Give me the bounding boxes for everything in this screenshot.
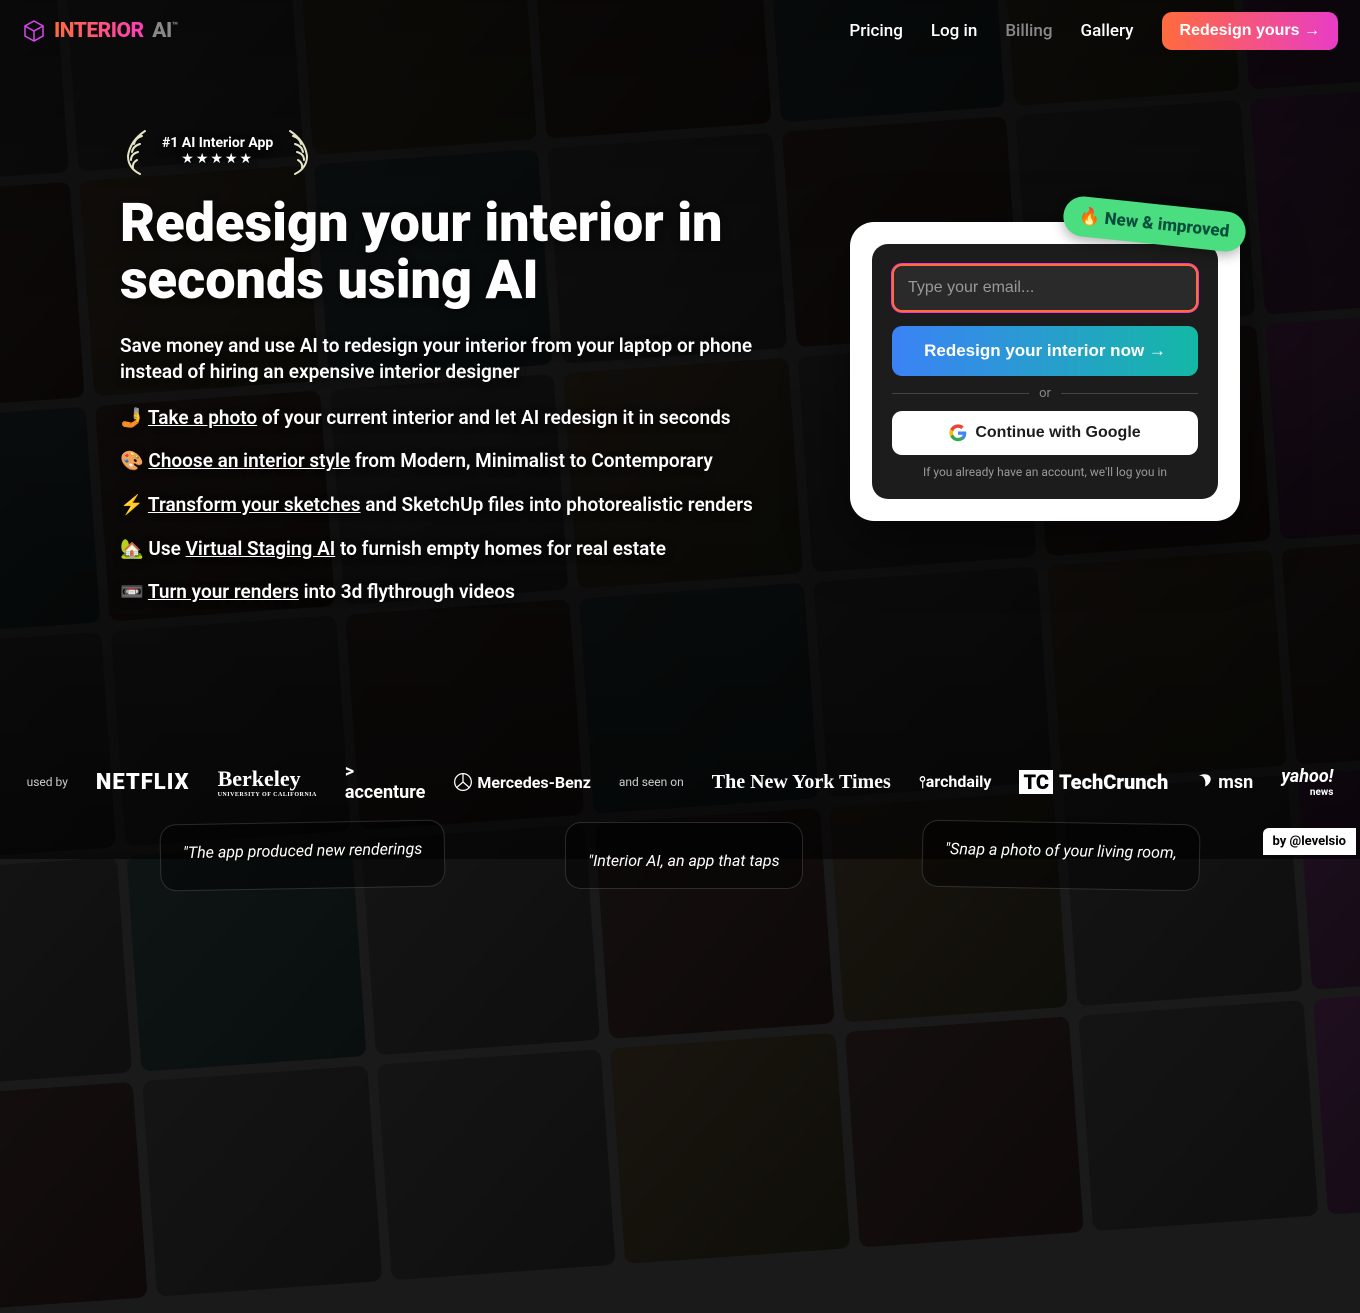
quote-2: "Interior AI, an app that taps [565,822,803,889]
feature-link[interactable]: Turn your renders [148,580,299,603]
used-by-label: used by [27,775,68,789]
award-stars: ★★★★★ [162,151,273,167]
redesign-yours-button[interactable]: Redesign yours → [1162,12,1338,50]
main: #1 AI Interior App ★★★★★ Redesign your i… [0,62,1360,623]
google-icon [949,424,967,442]
mercedes-icon [453,772,473,792]
redesign-now-button[interactable]: Redesign your interior now → [892,326,1198,376]
laurel-left-icon [120,126,150,176]
feature-link[interactable]: Take a photo [148,406,257,429]
feature-item: 🏡 Use Virtual Staging AI to furnish empt… [120,536,810,562]
signup-card-wrap: 🔥 New & improved Redesign your interior … [850,222,1240,623]
logo-text: INTERIOR AI™ [54,19,178,43]
feature-item: 🎨 Choose an interior style from Modern, … [120,448,810,474]
laurel-right-icon [285,126,315,176]
logo-nyt: The New York Times [712,771,891,794]
logo-msn: msn [1196,772,1253,793]
logo-netflix: NETFLIX [96,770,190,795]
feature-item: 🤳 Take a photo of your current interior … [120,405,810,431]
by-levelsio-badge[interactable]: by @levelsio [1263,828,1356,855]
nav-login[interactable]: Log in [931,21,977,41]
continue-google-button[interactable]: Continue with Google [892,411,1198,455]
logo-techcrunch: TCTechCrunch [1019,770,1168,794]
quote-3: "Snap a photo of your living room, [922,820,1201,892]
feature-item: 📼 Turn your renders into 3d flythrough v… [120,579,810,605]
seen-on-label: and seen on [619,775,684,789]
logo-berkeley: BerkeleyUNIVERSITY OF CALIFORNIA [218,766,317,798]
nav-billing[interactable]: Billing [1005,21,1052,41]
feature-link[interactable]: Choose an interior style [148,449,350,472]
cube-icon [22,19,46,43]
feature-item: ⚡ Transform your sketches and SketchUp f… [120,492,810,518]
signup-card: Redesign your interior now → or Continue… [850,222,1240,521]
feature-link[interactable]: Virtual Staging AI [186,537,336,560]
logo-archdaily: ⫯archdaily [919,772,992,792]
logo-accenture: >accenture [345,761,426,803]
nav: Pricing Log in Billing Gallery Redesign … [849,12,1338,50]
nav-gallery[interactable]: Gallery [1081,21,1134,41]
nav-pricing[interactable]: Pricing [849,21,903,41]
quotes-row: "The app produced new renderings "Interi… [0,822,1360,889]
hero-subtitle: Save money and use AI to redesign your i… [120,333,810,384]
or-divider: or [892,386,1198,401]
page-title: Redesign your interior in seconds using … [120,196,810,309]
award-title: #1 AI Interior App [162,135,273,151]
logos-bar: used by NETFLIX BerkeleyUNIVERSITY OF CA… [0,761,1360,803]
msn-icon [1196,773,1214,791]
logo[interactable]: INTERIOR AI™ [22,19,178,43]
feature-link[interactable]: Transform your sketches [148,493,361,516]
email-input[interactable] [892,264,1198,312]
header: INTERIOR AI™ Pricing Log in Billing Gall… [0,0,1360,62]
logo-yahoo: yahoo!news [1281,766,1333,798]
award-badge: #1 AI Interior App ★★★★★ [120,122,315,180]
card-note: If you already have an account, we'll lo… [892,465,1198,479]
hero-left: #1 AI Interior App ★★★★★ Redesign your i… [120,122,810,623]
logo-mercedes: Mercedes-Benz [453,772,590,792]
quote-1: "The app produced new renderings [159,820,445,892]
